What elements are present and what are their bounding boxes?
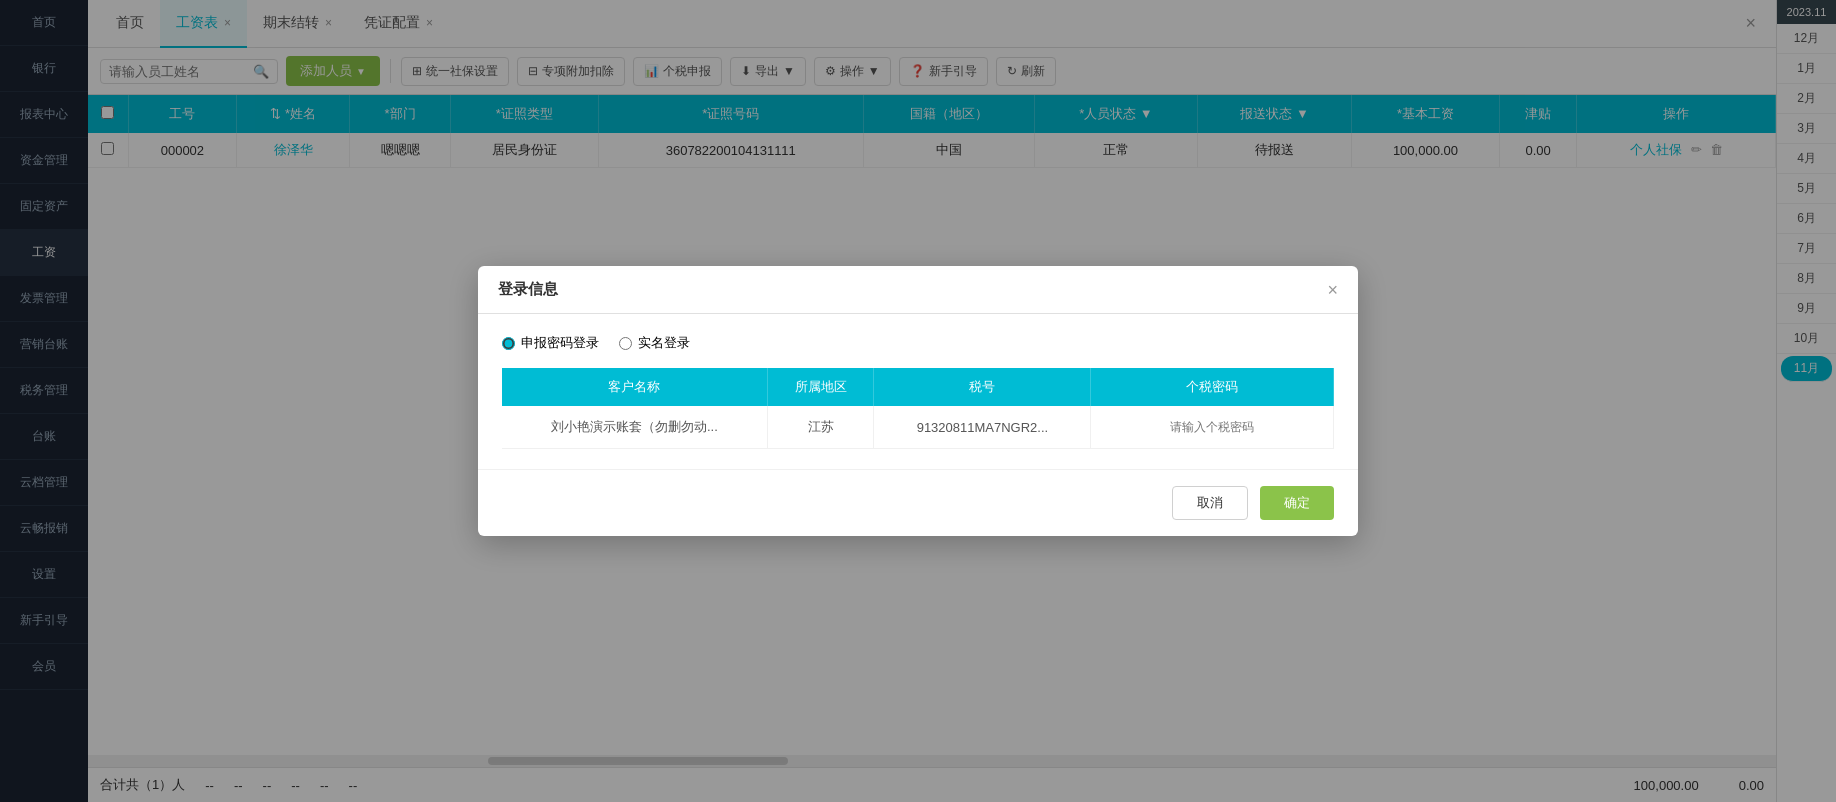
radio-realname-login[interactable]: 实名登录 bbox=[619, 334, 690, 352]
dialog-close-button[interactable]: × bbox=[1327, 281, 1338, 299]
dialog-body: 申报密码登录 实名登录 客户名称 所属地区 税号 个税密码 bbox=[478, 314, 1358, 469]
dialog-table: 客户名称 所属地区 税号 个税密码 刘小艳演示账套（勿删勿动... 江苏 913… bbox=[502, 368, 1334, 449]
dialog-cancel-button[interactable]: 取消 bbox=[1172, 486, 1248, 520]
radio-password-login[interactable]: 申报密码登录 bbox=[502, 334, 599, 352]
dialog-region: 江苏 bbox=[767, 406, 874, 449]
dialog-tax-no: 91320811MA7NGR2... bbox=[874, 406, 1091, 449]
dialog-header: 登录信息 × bbox=[478, 266, 1358, 314]
radio-group: 申报密码登录 实名登录 bbox=[502, 334, 1334, 352]
dialog-overlay: 登录信息 × 申报密码登录 实名登录 客户名称 所属地区 bbox=[0, 0, 1836, 802]
password-input[interactable] bbox=[1103, 420, 1321, 434]
radio-realname-input[interactable] bbox=[619, 337, 632, 350]
dialog-col-taxno: 税号 bbox=[874, 368, 1091, 406]
dialog-confirm-button[interactable]: 确定 bbox=[1260, 486, 1334, 520]
dialog-client-name: 刘小艳演示账套（勿删勿动... bbox=[502, 406, 767, 449]
dialog-col-region: 所属地区 bbox=[767, 368, 874, 406]
dialog-title: 登录信息 bbox=[498, 280, 558, 299]
dialog-table-row: 刘小艳演示账套（勿删勿动... 江苏 91320811MA7NGR2... bbox=[502, 406, 1334, 449]
dialog-col-password: 个税密码 bbox=[1091, 368, 1334, 406]
dialog-password-field[interactable] bbox=[1091, 406, 1334, 449]
dialog-footer: 取消 确定 bbox=[478, 469, 1358, 536]
dialog-col-name: 客户名称 bbox=[502, 368, 767, 406]
login-dialog: 登录信息 × 申报密码登录 实名登录 客户名称 所属地区 bbox=[478, 266, 1358, 536]
radio-password-input[interactable] bbox=[502, 337, 515, 350]
